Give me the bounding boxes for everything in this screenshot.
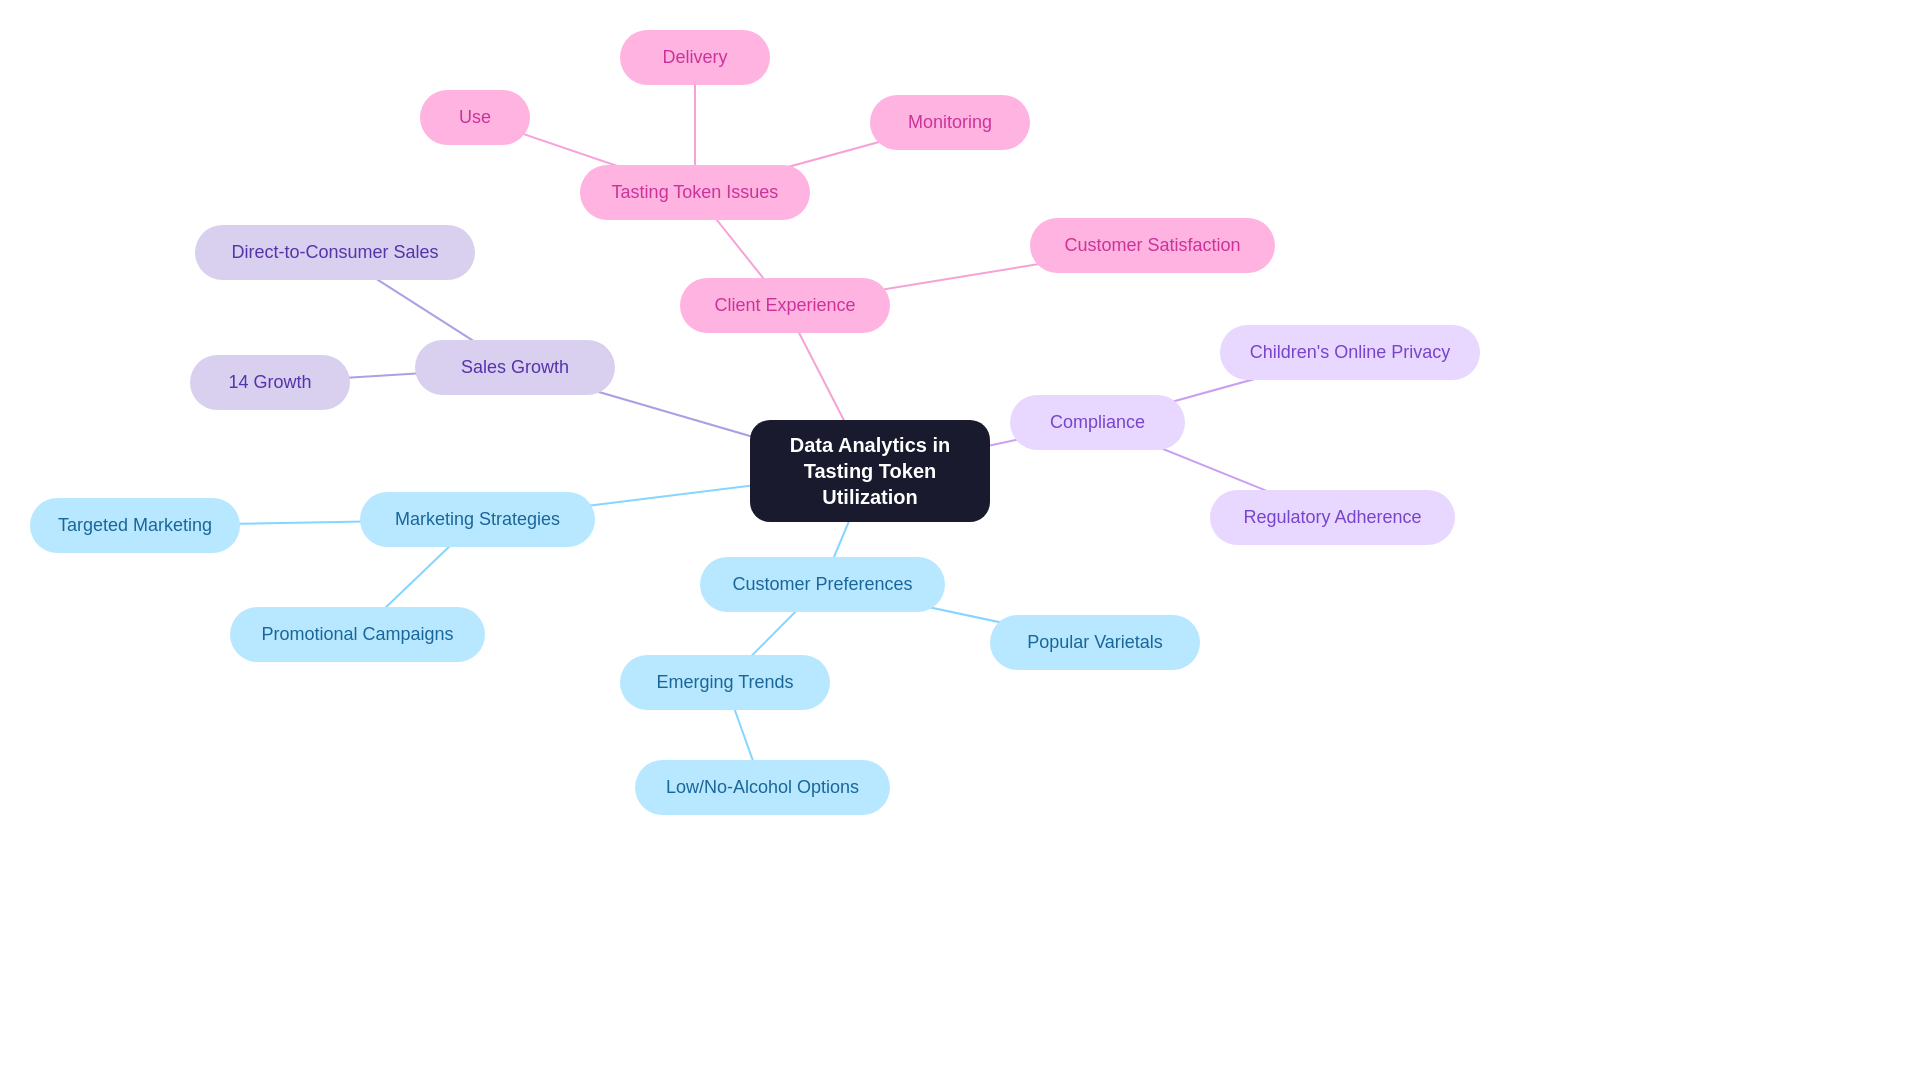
customer-satisfaction-node: Customer Satisfaction xyxy=(1030,218,1275,273)
connections-svg xyxy=(0,0,1920,1083)
monitoring-node: Monitoring xyxy=(870,95,1030,150)
emerging-trends-node: Emerging Trends xyxy=(620,655,830,710)
use-node: Use xyxy=(420,90,530,145)
client-experience-node: Client Experience xyxy=(680,278,890,333)
direct-to-consumer-node: Direct-to-Consumer Sales xyxy=(195,225,475,280)
tasting-token-issues-node: Tasting Token Issues xyxy=(580,165,810,220)
14-growth-node: 14 Growth xyxy=(190,355,350,410)
low-no-alcohol-node: Low/No-Alcohol Options xyxy=(635,760,890,815)
customer-preferences-node: Customer Preferences xyxy=(700,557,945,612)
sales-growth-node: Sales Growth xyxy=(415,340,615,395)
popular-varietals-node: Popular Varietals xyxy=(990,615,1200,670)
mindmap-container: Data Analytics in Tasting Token Utilizat… xyxy=(0,0,1920,1083)
delivery-node: Delivery xyxy=(620,30,770,85)
targeted-marketing-node: Targeted Marketing xyxy=(30,498,240,553)
marketing-strategies-node: Marketing Strategies xyxy=(360,492,595,547)
center-node: Data Analytics in Tasting Token Utilizat… xyxy=(750,420,990,522)
regulatory-adherence-node: Regulatory Adherence xyxy=(1210,490,1455,545)
promotional-campaigns-node: Promotional Campaigns xyxy=(230,607,485,662)
childrens-online-privacy-node: Children's Online Privacy xyxy=(1220,325,1480,380)
compliance-node: Compliance xyxy=(1010,395,1185,450)
